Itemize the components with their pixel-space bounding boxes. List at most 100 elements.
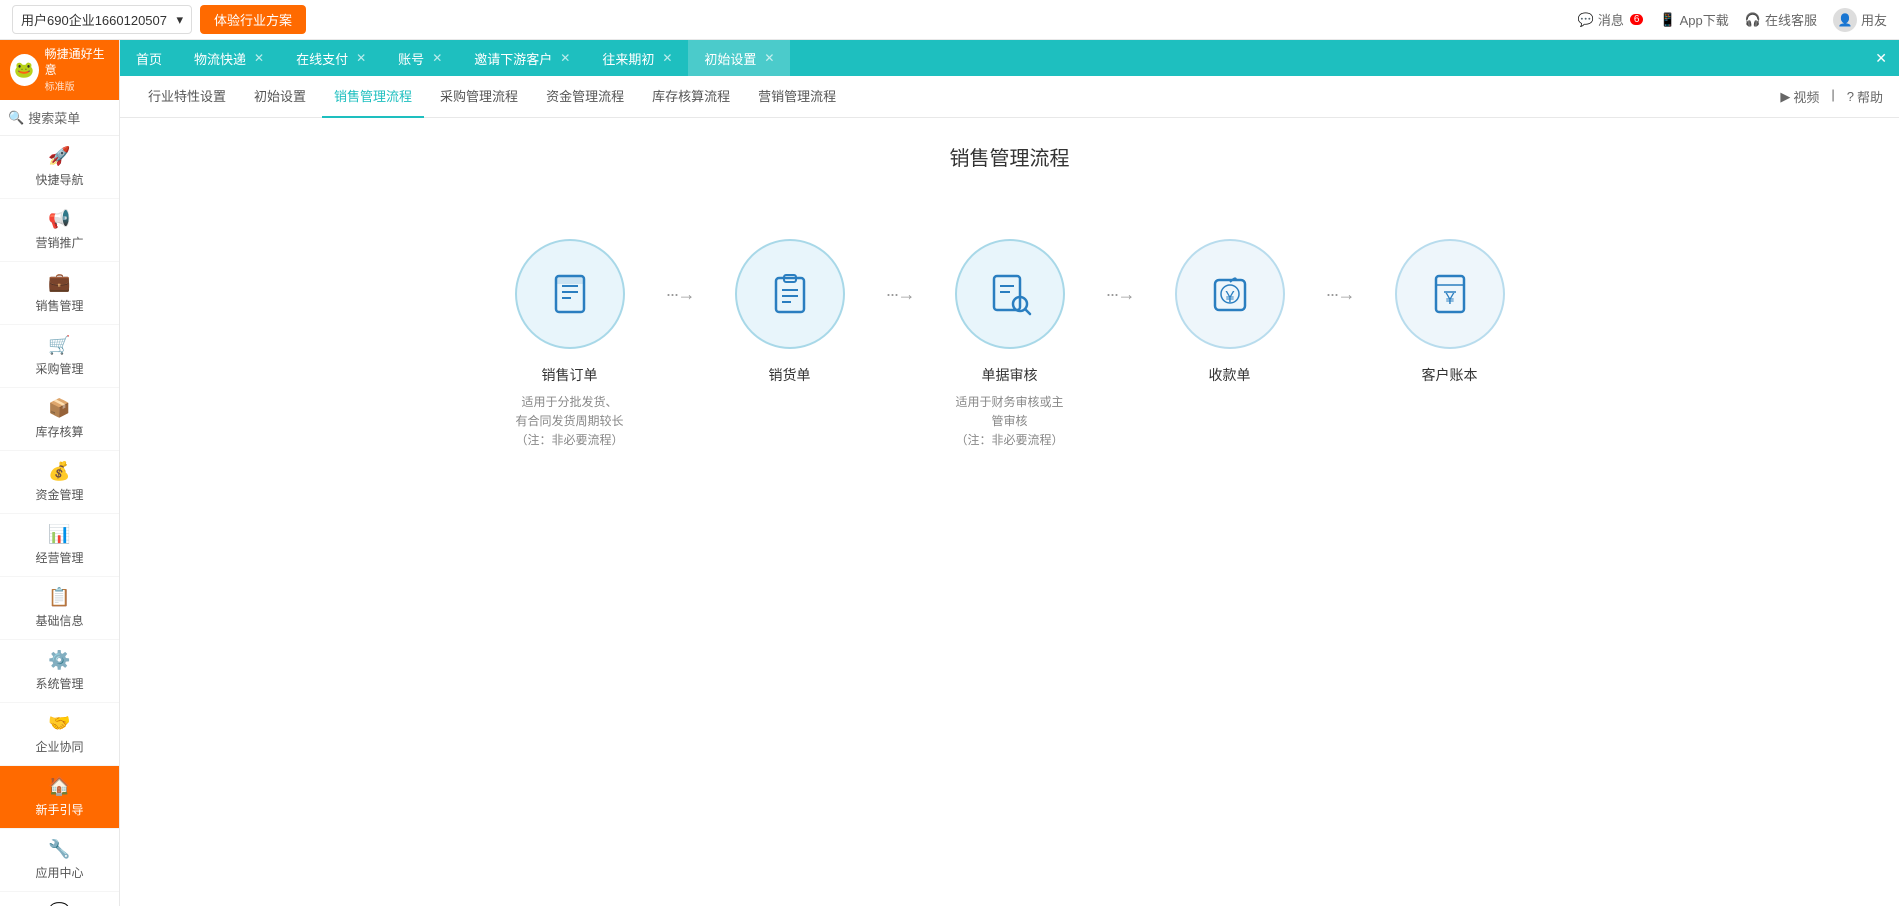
sub-tab-label: 行业特性设置 [148,86,226,105]
main-content: 首页物流快递✕在线支付✕账号✕邀请下游客户✕往来期初✕初始设置✕ ✕ 行业特性设… [120,40,1899,906]
sub-tab-label: 营销管理流程 [758,86,836,105]
sub-tabs-container: 行业特性设置 初始设置 销售管理流程采购管理流程资金管理流程库存核算流程营销管理流程 [136,76,852,118]
nav-tab-初始设置[interactable]: 初始设置 ✕ [688,40,790,76]
sidebar-item-营销推广[interactable]: 📢营销推广 [0,199,119,262]
flow-step-收款单: ¥收款单 [1150,239,1310,393]
sidebar-item-销售管理[interactable]: 💼销售管理 [0,262,119,325]
chevron-down-icon: ▾ [176,12,183,28]
tab-close-icon[interactable]: ✕ [356,51,366,65]
video-link[interactable]: ▶ 视频 [1780,87,1819,106]
sub-tab-初始设置[interactable]: 初始设置 [242,76,318,118]
flow-step-销售订单: 销售订单适用于分批发货、 有合同发货周期较长 （注：非必要流程） [490,239,650,451]
sidebar-item-应用中心[interactable]: 🔧 应用中心 [0,829,119,892]
app-icon: 📱 [1659,12,1675,28]
flow-circle-icon: ¥ [1395,239,1505,349]
online-service-item[interactable]: 🎧 在线客服 [1745,10,1817,29]
message-badge: 6 [1630,14,1644,25]
top-bar-right: 💬 消息 6 📱 App下载 🎧 在线客服 👤 用友 [1578,8,1887,32]
nav-tab-在线支付[interactable]: 在线支付✕ [280,40,382,76]
sidebar-item-基础信息[interactable]: 📋基础信息 [0,577,119,640]
flow-step-label: 单据审核 [982,365,1038,385]
nav-label: 应用中心 [35,864,83,881]
nav-icon: 🤝 [48,713,70,734]
nav-tabs-close[interactable]: ✕ [1863,50,1899,67]
sidebar-item-采购管理[interactable]: 🛒采购管理 [0,325,119,388]
question-icon: ? [1847,89,1854,104]
nav-label: 营销推广 [35,234,83,251]
messages-item[interactable]: 💬 消息 6 [1578,10,1644,29]
nav-label: 企业协同 [35,738,83,755]
nav-tab-label: 往来期初 [602,49,654,68]
sub-tab-营销管理流程[interactable]: 营销管理流程 [746,76,848,118]
nav-icon: 🚀 [48,146,70,167]
nav-label: 库存核算 [35,423,83,440]
nav-icon: 🏠 [48,776,70,797]
sub-tabs-right: ▶ 视频 | ? 帮助 [1780,87,1883,106]
help-link[interactable]: ? 帮助 [1847,87,1883,106]
nav-tab-首页[interactable]: 首页 [120,40,178,76]
nav-icon: 💰 [48,461,70,482]
nav-label: 资金管理 [35,486,83,503]
search-menu-label: 搜索菜单 [28,108,80,127]
nav-icon: 🔧 [48,839,70,860]
flow-arrow: ···→ [1090,239,1150,305]
nav-icon: 💬 [48,902,70,906]
messages-label: 消息 [1598,10,1624,29]
trial-button[interactable]: 体验行业方案 [200,5,306,34]
flow-step-label: 客户账本 [1422,365,1478,385]
play-icon: ▶ [1780,89,1790,105]
nav-tab-物流快递[interactable]: 物流快递 ✕ [178,40,280,76]
message-icon: 💬 [1578,12,1594,28]
nav-icon: 🛒 [48,335,70,356]
tab-close-icon[interactable]: ✕ [560,51,570,65]
sidebar-item-企业协同[interactable]: 🤝 企业协同 [0,703,119,766]
tab-close-icon[interactable]: ✕ [432,51,442,65]
logo-title: 畅捷通好生意 [45,47,109,78]
nav-icon: 📋 [48,587,70,608]
nav-tabs-container: 首页物流快递✕在线支付✕账号✕邀请下游客户✕往来期初✕初始设置✕ [120,40,790,76]
user-item[interactable]: 👤 用友 [1833,8,1887,32]
nav-label: 系统管理 [35,675,83,692]
app-download-item[interactable]: 📱 App下载 [1659,10,1728,29]
sidebar-item-资金管理[interactable]: 💰 资金管理 [0,451,119,514]
company-select[interactable]: 用户690企业1660120507 ▾ [12,5,192,34]
sub-tab-采购管理流程[interactable]: 采购管理流程 [428,76,530,118]
sidebar-item-企业微信[interactable]: 💬企业微信 [0,892,119,906]
nav-label: 新手引导 [35,801,83,818]
tab-close-icon[interactable]: ✕ [764,51,774,65]
flow-step-label: 销售订单 [542,365,598,385]
search-icon: 🔍 [8,110,24,126]
app-download-label: App下载 [1680,10,1729,29]
tab-close-icon[interactable]: ✕ [254,51,264,65]
nav-tab-label: 初始设置 [704,49,756,68]
tab-close-icon[interactable]: ✕ [662,51,672,65]
flow-step-desc: 适用于财务审核或主 管审核 （注：非必要流程） [955,393,1063,451]
nav-tab-账号[interactable]: 账号 ✕ [382,40,458,76]
search-menu[interactable]: 🔍 搜索菜单 [0,100,119,136]
sidebar-item-库存核算[interactable]: 📦库存核算 [0,388,119,451]
nav-label: 经营管理 [35,549,83,566]
nav-icon: ⚙️ [48,650,70,671]
headset-icon: 🎧 [1745,12,1761,28]
sub-tab-资金管理流程[interactable]: 资金管理流程 [534,76,636,118]
sidebar-item-快捷导航[interactable]: 🚀快捷导航 [0,136,119,199]
nav-tab-往来期初[interactable]: 往来期初 ✕ [586,40,688,76]
sub-tab-label: 初始设置 [254,86,306,105]
nav-tab-label: 账号 [398,49,424,68]
avatar-icon: 👤 [1833,8,1857,32]
logo-area: 🐸 畅捷通好生意 标准版 [0,40,119,100]
company-name: 用户690企业1660120507 [21,10,167,29]
nav-tab-邀请下游客户[interactable]: 邀请下游客户✕ [458,40,586,76]
sidebar-item-系统管理[interactable]: ⚙️ 系统管理 [0,640,119,703]
sub-tab-label: 销售管理流程 [334,86,412,105]
flow-circle-icon: ¥ [1175,239,1285,349]
sub-tab-行业特性设置[interactable]: 行业特性设置 [136,76,238,118]
sub-tab-库存核算流程[interactable]: 库存核算流程 [640,76,742,118]
flow-circle-icon [735,239,845,349]
nav-tab-label: 物流快递 [194,49,246,68]
sidebar-item-新手引导[interactable]: 🏠 新手引导 [0,766,119,829]
flow-arrow: ···→ [1310,239,1370,305]
sub-tab-销售管理流程[interactable]: 销售管理流程 [322,76,424,118]
layout: 🐸 畅捷通好生意 标准版 🔍 搜索菜单 🚀快捷导航📢营销推广💼销售管理🛒采购管理… [0,0,1899,906]
sidebar-item-经营管理[interactable]: 📊经营管理 [0,514,119,577]
